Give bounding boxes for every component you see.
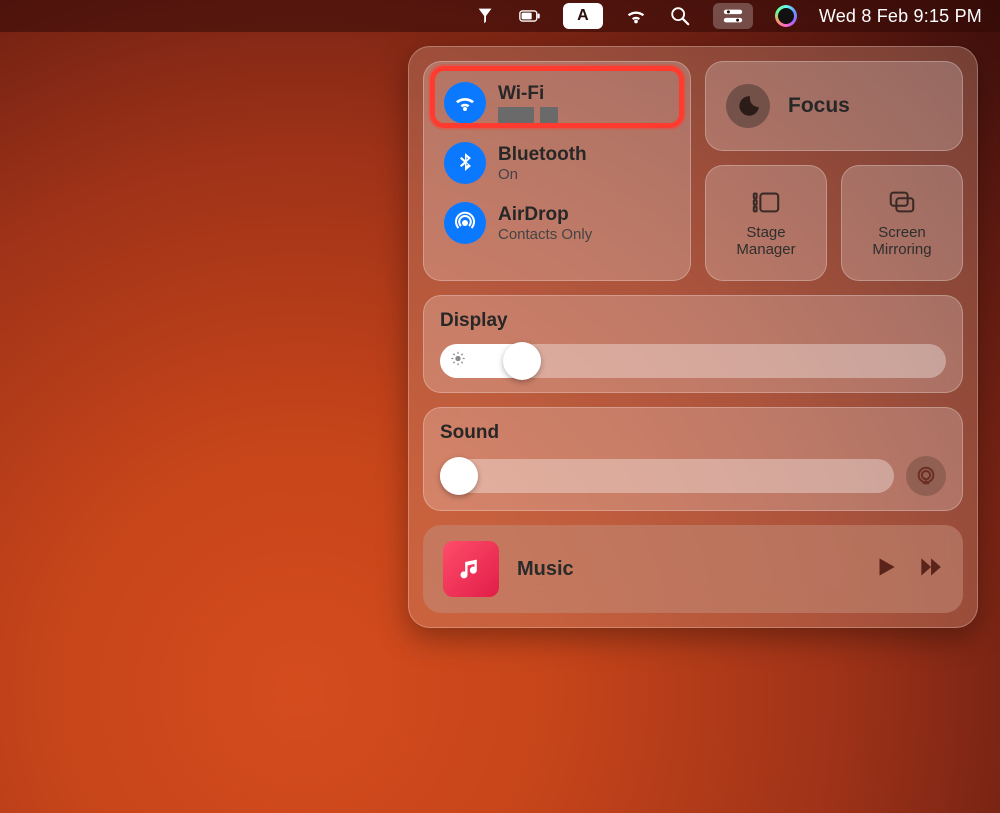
bluetooth-status: On [498, 166, 587, 183]
siri-icon[interactable] [775, 5, 797, 27]
stage-manager-button[interactable]: Stage Manager [705, 165, 827, 281]
display-slider[interactable] [440, 344, 946, 378]
next-button[interactable] [917, 554, 943, 585]
now-playing-card[interactable]: Music [423, 525, 963, 613]
now-playing-title: Music [517, 558, 855, 581]
display-label: Display [440, 310, 946, 332]
airplay-icon [915, 465, 937, 487]
sound-slider[interactable] [440, 459, 894, 493]
airplay-audio-button[interactable] [906, 456, 946, 496]
screen-mirroring-icon [887, 188, 917, 216]
bluetooth-icon [444, 142, 486, 184]
control-center-panel: Wi-Fi Bluetooth On AirDrop [408, 46, 978, 628]
screen-mirroring-button[interactable]: Screen Mirroring [841, 165, 963, 281]
moon-icon [726, 84, 770, 128]
airdrop-status: Contacts Only [498, 226, 592, 243]
stage-manager-icon [751, 188, 781, 216]
menubar-datetime[interactable]: Wed 8 Feb 9:15 PM [819, 6, 982, 27]
bluetooth-toggle[interactable]: Bluetooth On [440, 136, 674, 190]
music-app-icon [443, 541, 499, 597]
menu-extra-unknown-icon[interactable] [475, 5, 497, 27]
control-center-menubar-icon[interactable] [713, 3, 753, 29]
focus-toggle[interactable]: Focus [705, 61, 963, 151]
sound-card: Sound [423, 407, 963, 511]
screen-mirroring-label: Screen Mirroring [872, 224, 931, 259]
spotlight-icon[interactable] [669, 5, 691, 27]
battery-icon[interactable] [519, 5, 541, 27]
airdrop-icon [444, 202, 486, 244]
stage-manager-label: Stage Manager [736, 224, 795, 259]
play-button[interactable] [873, 554, 899, 585]
airdrop-toggle[interactable]: AirDrop Contacts Only [440, 196, 674, 250]
menubar: A Wed 8 Feb 9:15 PM [0, 0, 1000, 32]
brightness-icon [450, 351, 466, 372]
airdrop-label: AirDrop [498, 204, 592, 226]
focus-label: Focus [788, 94, 850, 118]
display-card: Display [423, 295, 963, 393]
network-card: Wi-Fi Bluetooth On AirDrop [423, 61, 691, 281]
right-column: Focus Stage Manager Screen Mirroring [705, 61, 963, 281]
input-source-badge[interactable]: A [563, 3, 603, 29]
annotation-highlight [430, 66, 684, 128]
wifi-menubar-icon[interactable] [625, 5, 647, 27]
sound-label: Sound [440, 422, 946, 444]
bluetooth-label: Bluetooth [498, 144, 587, 166]
